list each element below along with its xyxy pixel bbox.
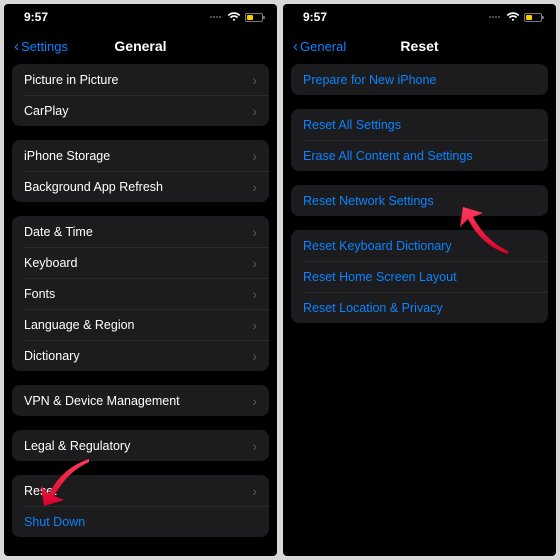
- row-erase-all-content-and-settings[interactable]: Erase All Content and Settings: [291, 140, 548, 171]
- row-iphone-storage[interactable]: iPhone Storage ›: [12, 140, 269, 171]
- back-label: General: [300, 39, 346, 54]
- status-bar: 9:57: [283, 4, 556, 30]
- row-label: Reset Keyboard Dictionary: [303, 239, 452, 253]
- row-legal-regulatory[interactable]: Legal & Regulatory ›: [12, 430, 269, 461]
- phone-left-general: 9:57 ‹ Settings General Picture in Pictu…: [4, 4, 277, 556]
- row-label: Legal & Regulatory: [24, 439, 130, 453]
- chevron-right-icon: ›: [252, 393, 257, 409]
- nav-bar: ‹ General Reset: [283, 30, 556, 64]
- nav-bar: ‹ Settings General: [4, 30, 277, 64]
- row-keyboard[interactable]: Keyboard ›: [12, 247, 269, 278]
- chevron-right-icon: ›: [252, 483, 257, 499]
- row-label: Reset: [24, 484, 57, 498]
- row-language-region[interactable]: Language & Region ›: [12, 309, 269, 340]
- chevron-right-icon: ›: [252, 72, 257, 88]
- page-title: General: [114, 38, 166, 54]
- row-vpn-device-management[interactable]: VPN & Device Management ›: [12, 385, 269, 416]
- status-time: 9:57: [24, 10, 48, 24]
- settings-group: Prepare for New iPhone: [291, 64, 548, 95]
- phone-right-reset: 9:57 ‹ General Reset Prepare for New iPh…: [283, 4, 556, 556]
- chevron-right-icon: ›: [252, 438, 257, 454]
- dots-icon: [210, 16, 221, 18]
- row-label: Keyboard: [24, 256, 78, 270]
- chevron-right-icon: ›: [252, 255, 257, 271]
- row-label: Language & Region: [24, 318, 135, 332]
- status-time: 9:57: [303, 10, 327, 24]
- row-prepare-for-new-iphone[interactable]: Prepare for New iPhone: [291, 64, 548, 95]
- status-icons: [489, 12, 542, 22]
- row-label: Erase All Content and Settings: [303, 149, 473, 163]
- row-label: Dictionary: [24, 349, 80, 363]
- row-label: Reset Home Screen Layout: [303, 270, 457, 284]
- row-dictionary[interactable]: Dictionary ›: [12, 340, 269, 371]
- row-label: Reset Network Settings: [303, 194, 434, 208]
- back-button[interactable]: ‹ Settings: [14, 39, 114, 54]
- row-background-app-refresh[interactable]: Background App Refresh ›: [12, 171, 269, 202]
- battery-icon: [245, 13, 263, 22]
- back-label: Settings: [21, 39, 68, 54]
- row-reset-location-privacy[interactable]: Reset Location & Privacy: [291, 292, 548, 323]
- row-label: CarPlay: [24, 104, 68, 118]
- status-icons: [210, 12, 263, 22]
- chevron-right-icon: ›: [252, 317, 257, 333]
- row-label: Reset Location & Privacy: [303, 301, 443, 315]
- row-reset-keyboard-dictionary[interactable]: Reset Keyboard Dictionary: [291, 230, 548, 261]
- row-date-time[interactable]: Date & Time ›: [12, 216, 269, 247]
- row-label: Prepare for New iPhone: [303, 73, 436, 87]
- chevron-right-icon: ›: [252, 224, 257, 240]
- row-fonts[interactable]: Fonts ›: [12, 278, 269, 309]
- chevron-right-icon: ›: [252, 179, 257, 195]
- row-label: Reset All Settings: [303, 118, 401, 132]
- row-reset-home-screen-layout[interactable]: Reset Home Screen Layout: [291, 261, 548, 292]
- row-label: Fonts: [24, 287, 55, 301]
- chevron-right-icon: ›: [252, 286, 257, 302]
- dots-icon: [489, 16, 500, 18]
- chevron-right-icon: ›: [252, 148, 257, 164]
- row-label: Picture in Picture: [24, 73, 118, 87]
- row-carplay[interactable]: CarPlay ›: [12, 95, 269, 126]
- settings-group: Picture in Picture › CarPlay ›: [12, 64, 269, 126]
- row-reset-network-settings[interactable]: Reset Network Settings: [291, 185, 548, 216]
- settings-group: iPhone Storage › Background App Refresh ›: [12, 140, 269, 202]
- page-title: Reset: [400, 38, 438, 54]
- row-label: Date & Time: [24, 225, 93, 239]
- chevron-right-icon: ›: [252, 348, 257, 364]
- row-label: Shut Down: [24, 515, 85, 529]
- settings-group: VPN & Device Management ›: [12, 385, 269, 416]
- wifi-icon: [506, 12, 520, 22]
- settings-group: Reset Network Settings: [291, 185, 548, 216]
- row-label: iPhone Storage: [24, 149, 110, 163]
- row-reset-all-settings[interactable]: Reset All Settings: [291, 109, 548, 140]
- row-label: VPN & Device Management: [24, 394, 180, 408]
- settings-group: Reset › Shut Down: [12, 475, 269, 537]
- row-picture-in-picture[interactable]: Picture in Picture ›: [12, 64, 269, 95]
- back-button[interactable]: ‹ General: [293, 39, 400, 54]
- reset-list[interactable]: Prepare for New iPhone Reset All Settings…: [283, 64, 556, 556]
- settings-list[interactable]: Picture in Picture›CarPlay›iPhone Storag…: [4, 64, 277, 556]
- settings-group: Date & Time›Keyboard›Fonts›Language & Re…: [12, 216, 269, 371]
- status-bar: 9:57: [4, 4, 277, 30]
- settings-group: Legal & Regulatory ›: [12, 430, 269, 461]
- chevron-right-icon: ›: [252, 103, 257, 119]
- row-shut-down[interactable]: Shut Down: [12, 506, 269, 537]
- settings-group: Reset All Settings Erase All Content and …: [291, 109, 548, 171]
- row-reset[interactable]: Reset ›: [12, 475, 269, 506]
- settings-group: Reset Keyboard Dictionary Reset Home Scre…: [291, 230, 548, 323]
- row-label: Background App Refresh: [24, 180, 163, 194]
- battery-icon: [524, 13, 542, 22]
- wifi-icon: [227, 12, 241, 22]
- chevron-left-icon: ‹: [293, 39, 298, 54]
- chevron-left-icon: ‹: [14, 39, 19, 54]
